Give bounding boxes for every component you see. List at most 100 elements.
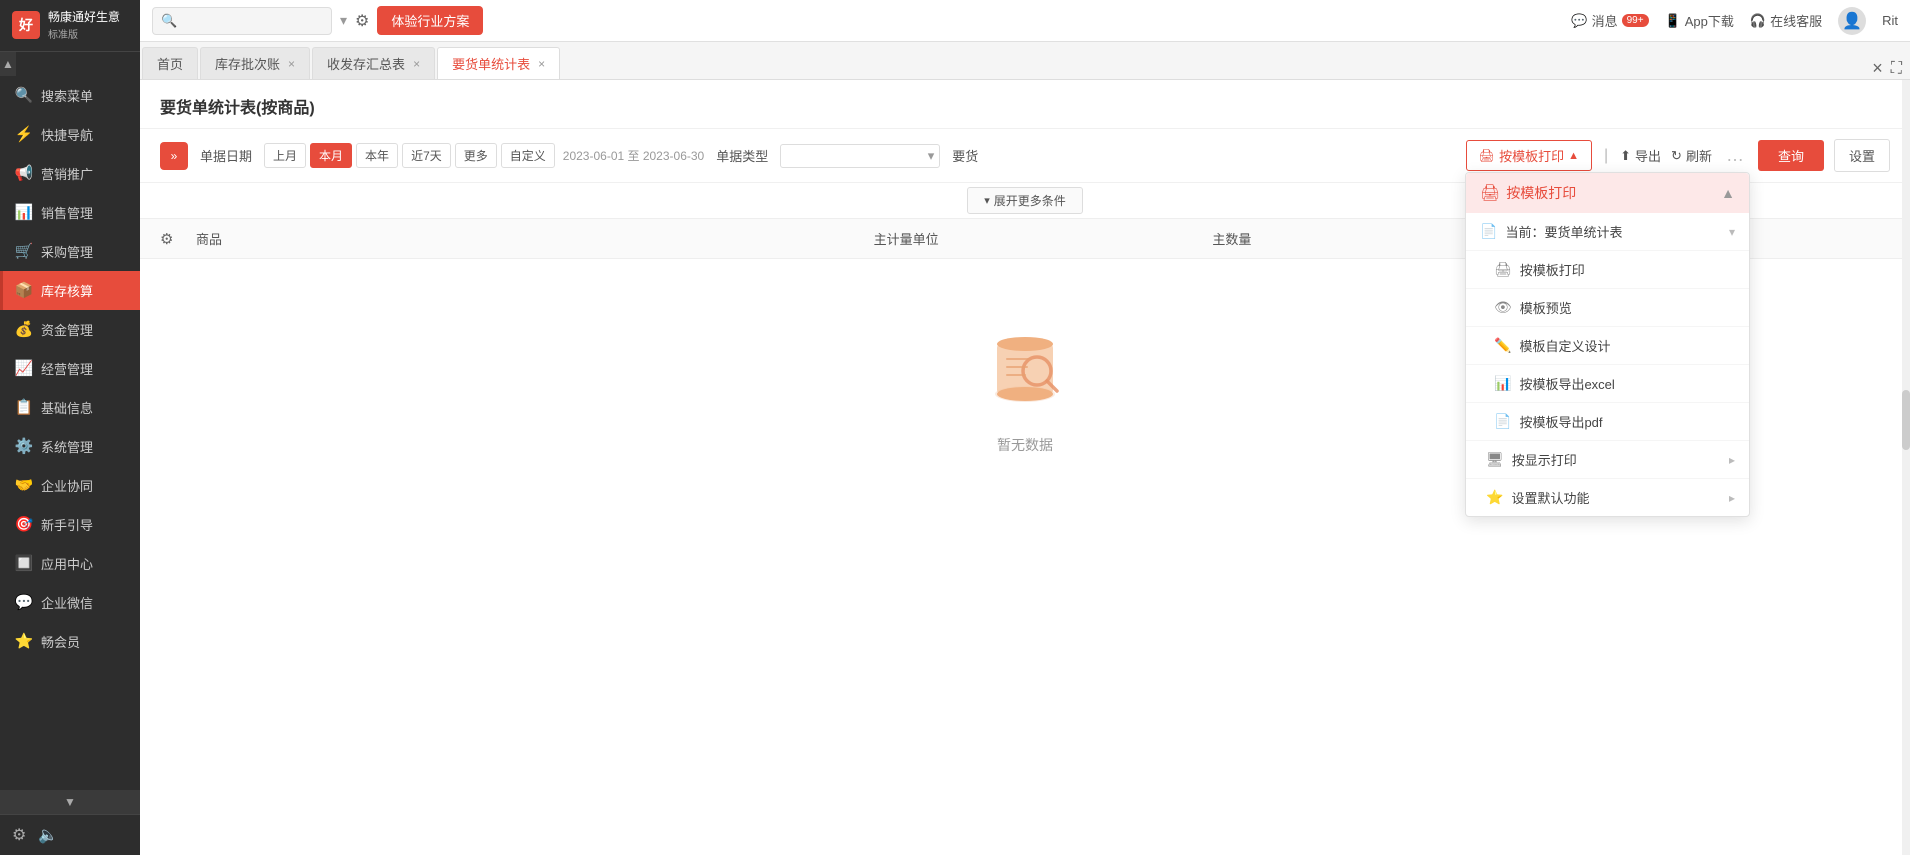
trial-btn[interactable]: 体验行业方案 [377, 6, 483, 35]
sidebar-item-sales[interactable]: 📊 销售管理 [0, 193, 140, 232]
sidebar-item-label: 基础信息 [41, 398, 93, 417]
tab-close-all-icon[interactable]: × [1872, 58, 1883, 79]
preview-icon: 👁 [1494, 299, 1512, 316]
current-template-arrow: ▾ [1729, 225, 1735, 239]
cart-icon: 🛒 [15, 242, 33, 260]
empty-illustration [975, 319, 1075, 419]
sidebar-item-wechat[interactable]: 💬 企业微信 [0, 583, 140, 622]
wechat-icon: 💬 [15, 593, 33, 611]
message-badge: 99+ [1622, 14, 1649, 27]
sidebar-item-basic[interactable]: 📋 基础信息 [0, 388, 140, 427]
filter-expand-btn[interactable]: » [160, 142, 188, 170]
scrollbar-thumb[interactable] [1902, 390, 1910, 450]
type-select[interactable] [780, 144, 940, 168]
online-service-label: 在线客服 [1770, 11, 1822, 30]
sidebar-item-label: 营销推广 [41, 164, 93, 183]
dropdown-export-pdf[interactable]: 📄 按模板导出pdf [1466, 403, 1749, 441]
type-filter-label: 单据类型 [716, 146, 768, 165]
tab-receipt-summary-close[interactable]: × [413, 57, 420, 71]
tab-inventory-batch-close[interactable]: × [288, 57, 295, 71]
tab-order-stats-close[interactable]: × [538, 57, 545, 71]
expand-more-btn[interactable]: ▾ 展开更多条件 [967, 187, 1083, 214]
sidebar-item-collab[interactable]: 🤝 企业协同 [0, 466, 140, 505]
settings-footer-icon[interactable]: ⚙ [12, 825, 26, 845]
message-label: 消息 [1592, 11, 1618, 30]
scroll-down-arrow[interactable]: ▼ [0, 790, 140, 814]
export-btn[interactable]: ⬆ 导出 [1620, 146, 1661, 165]
template-preview-label: 模板预览 [1520, 298, 1572, 317]
sidebar-item-marketing[interactable]: 📢 营销推广 [0, 154, 140, 193]
date-btn-last-month[interactable]: 上月 [264, 143, 306, 168]
print-template-label: 按模板打印 [1499, 146, 1564, 165]
phone-icon: 📱 [1665, 13, 1681, 29]
date-range-display: 2023-06-01 至 2023-06-30 [563, 147, 704, 164]
date-btn-this-year[interactable]: 本年 [356, 143, 398, 168]
right-scrollbar[interactable] [1902, 80, 1910, 855]
dropdown-set-default[interactable]: ⭐ 设置默认功能 ▸ [1466, 479, 1749, 516]
dropdown-display-print[interactable]: 🖥 按显示打印 ▸ [1466, 441, 1749, 479]
current-template-icon: 📄 [1480, 223, 1497, 240]
refresh-btn[interactable]: ↻ 刷新 [1671, 146, 1712, 165]
display-print-icon: 🖥 [1486, 451, 1504, 468]
date-btn-custom[interactable]: 自定义 [501, 143, 555, 168]
tab-order-stats[interactable]: 要货单统计表 × [437, 47, 560, 79]
chart-icon: 📊 [15, 203, 33, 221]
scroll-up-arrow[interactable]: ▲ [0, 52, 16, 76]
set-default-label: 设置默认功能 [1511, 488, 1721, 507]
volume-icon[interactable]: 🔈 [38, 825, 58, 845]
set-default-arrow: ▸ [1729, 491, 1735, 505]
dropdown-template-custom[interactable]: ✏️ 模板自定义设计 [1466, 327, 1749, 365]
sidebar: 好 畅康通好生意 标准版 ▲ 🔍 搜索菜单 ⚡ 快捷导航 📢 营销推广 📊 销售… [0, 0, 140, 855]
tab-home[interactable]: 首页 [142, 47, 198, 79]
sidebar-item-apps[interactable]: 🔲 应用中心 [0, 544, 140, 583]
sidebar-item-operations[interactable]: 📈 经营管理 [0, 349, 140, 388]
sidebar-item-newbie[interactable]: 🎯 新手引导 [0, 505, 140, 544]
topbar-gear-icon[interactable]: ⚙ [355, 11, 369, 31]
toolbar-separator-icon[interactable]: | [1602, 147, 1610, 165]
tab-receipt-summary[interactable]: 收发存汇总表 × [312, 47, 435, 79]
refresh-label: 刷新 [1686, 146, 1712, 165]
page-header: 要货单统计表(按商品) [140, 80, 1910, 129]
star-icon: ⭐ [15, 632, 33, 650]
toolbar-right: 🖨 按模板打印 ▲ | ⬆ 导出 ↻ 刷新 … 查询 设置 [1466, 139, 1890, 172]
message-action[interactable]: 💬 消息 99+ [1571, 11, 1648, 30]
printer-header-icon: 🖨 [1480, 183, 1500, 203]
pdf-icon: 📄 [1494, 413, 1511, 430]
user-avatar[interactable]: 👤 [1838, 7, 1866, 35]
print-template-btn[interactable]: 🖨 按模板打印 ▲ [1466, 140, 1592, 171]
sidebar-item-shortcut[interactable]: ⚡ 快捷导航 [0, 115, 140, 154]
date-btn-more[interactable]: 更多 [455, 143, 497, 168]
more-actions-icon[interactable]: … [1722, 145, 1748, 166]
sidebar-item-search[interactable]: 🔍 搜索菜单 [0, 76, 140, 115]
online-service-action[interactable]: 🎧 在线客服 [1750, 11, 1822, 30]
display-print-arrow: ▸ [1729, 453, 1735, 467]
topbar-search-area: 🔍 [152, 7, 332, 35]
dropdown-template-print[interactable]: 🖨 按模板打印 [1466, 251, 1749, 289]
app-name-area: 畅康通好生意 标准版 [48, 10, 120, 41]
target-icon: 🎯 [15, 515, 33, 533]
dropdown-close-btn[interactable]: ▲ [1721, 185, 1735, 201]
dropdown-template-preview[interactable]: 👁 模板预览 [1466, 289, 1749, 327]
app-download-action[interactable]: 📱 App下载 [1665, 11, 1734, 30]
dropdown-arrow-icon[interactable]: ▾ [340, 12, 347, 29]
settings-col-icon[interactable]: ⚙ [160, 231, 173, 248]
setting-btn[interactable]: 设置 [1834, 139, 1890, 172]
date-btn-this-month[interactable]: 本月 [310, 143, 352, 168]
dropdown-export-excel[interactable]: 📊 按模板导出excel [1466, 365, 1749, 403]
printer-icon: 🖨 [1479, 148, 1496, 164]
type-select-wrapper: ▾ [780, 144, 940, 168]
sidebar-item-system[interactable]: ⚙️ 系统管理 [0, 427, 140, 466]
topbar-search-input[interactable] [181, 14, 301, 28]
scroll-up-btn[interactable]: ▲ [0, 52, 16, 76]
sidebar-item-member[interactable]: ⭐ 畅会员 [0, 622, 140, 661]
sidebar-item-inventory[interactable]: 📦 库存核算 [0, 271, 140, 310]
query-btn[interactable]: 查询 [1758, 140, 1824, 171]
username-label[interactable]: Rit [1882, 13, 1898, 28]
sidebar-item-purchase[interactable]: 🛒 采购管理 [0, 232, 140, 271]
tab-expand-icon[interactable]: ⛶ [1891, 60, 1902, 78]
tab-inventory-batch[interactable]: 库存批次账 × [200, 47, 310, 79]
dropdown-current-template[interactable]: 📄 当前：要货单统计表 ▾ [1466, 213, 1749, 251]
sidebar-item-finance[interactable]: 💰 资金管理 [0, 310, 140, 349]
sidebar-item-label: 畅会员 [41, 632, 80, 651]
date-btn-7days[interactable]: 近7天 [402, 143, 451, 168]
